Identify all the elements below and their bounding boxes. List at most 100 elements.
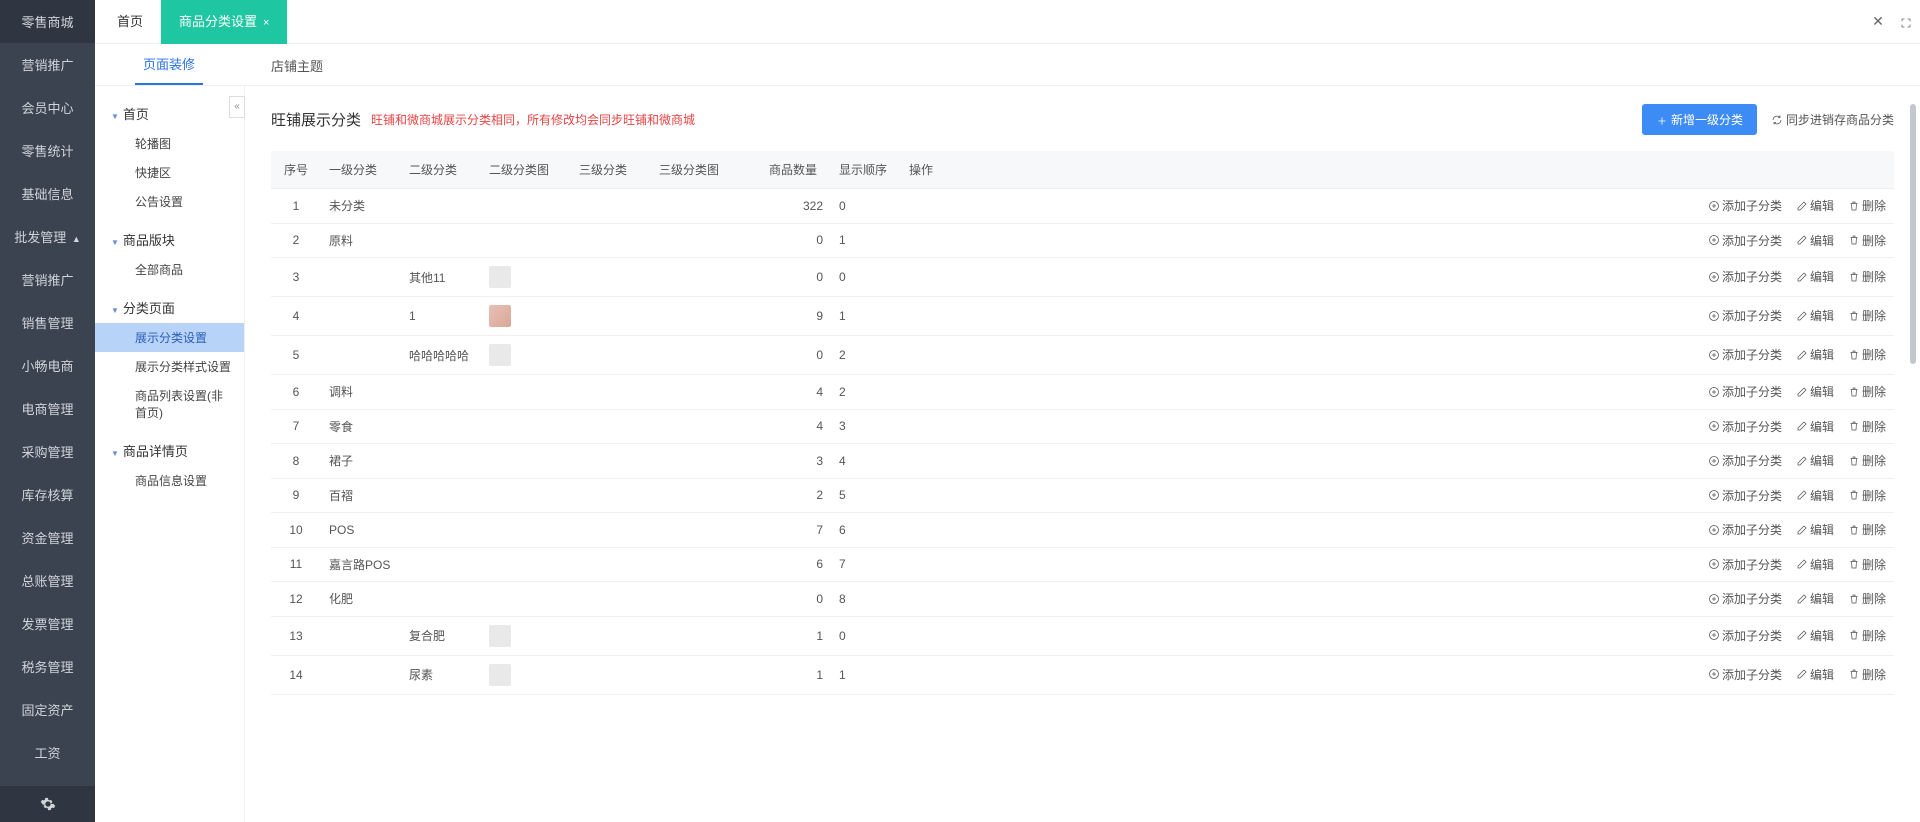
trash-icon (1848, 455, 1860, 467)
collapse-navtree-button[interactable]: « (229, 96, 245, 118)
edit-button[interactable]: 编辑 (1796, 666, 1834, 683)
navtree-child[interactable]: 全部商品 (95, 255, 244, 284)
th-c3: 三级分类 (571, 151, 651, 189)
main-sidebar-item[interactable]: 销售管理 (0, 301, 95, 344)
navtree-child[interactable]: 展示分类设置 (95, 323, 244, 352)
sync-inventory-button[interactable]: 同步进销存商品分类 (1771, 111, 1894, 128)
add-child-category-button[interactable]: 添加子分类 (1708, 666, 1782, 683)
navtree-parent[interactable]: ▼商品版块 (95, 224, 244, 255)
navtree-child[interactable]: 商品信息设置 (95, 466, 244, 495)
cell-seq: 3 (271, 258, 321, 297)
delete-button[interactable]: 删除 (1848, 590, 1886, 607)
cell-c3 (571, 655, 651, 694)
add-child-category-button[interactable]: 添加子分类 (1708, 521, 1782, 538)
delete-button[interactable]: 删除 (1848, 268, 1886, 285)
tab-close-icon[interactable]: × (263, 17, 269, 29)
cell-c1: 百褶 (321, 478, 401, 513)
navtree-child[interactable]: 商品列表设置(非首页) (95, 381, 244, 427)
add-child-category-button[interactable]: 添加子分类 (1708, 452, 1782, 469)
main-sidebar-item[interactable]: 批发管理 ▲ (0, 215, 95, 258)
main-sidebar-item[interactable]: 零售统计 (0, 129, 95, 172)
navtree-child[interactable]: 轮播图 (95, 129, 244, 158)
delete-button[interactable]: 删除 (1848, 346, 1886, 363)
edit-button[interactable]: 编辑 (1796, 627, 1834, 644)
scrollbar[interactable] (1910, 104, 1916, 364)
navtree-child[interactable]: 公告设置 (95, 187, 244, 216)
settings-button[interactable] (0, 786, 95, 822)
edit-button[interactable]: 编辑 (1796, 346, 1834, 363)
main-sidebar-item[interactable]: 税务管理 (0, 645, 95, 688)
fullscreen-button[interactable] (1892, 14, 1920, 30)
navtree-child[interactable]: 展示分类样式设置 (95, 352, 244, 381)
delete-button[interactable]: 删除 (1848, 197, 1886, 214)
table-row: 10POS76添加子分类编辑删除 (271, 513, 1894, 548)
delete-button[interactable]: 删除 (1848, 452, 1886, 469)
add-child-category-button[interactable]: 添加子分类 (1708, 590, 1782, 607)
main-sidebar-item[interactable]: 资金管理 (0, 516, 95, 559)
sync-button-label: 同步进销存商品分类 (1786, 111, 1894, 128)
cell-ops: 添加子分类编辑删除 (901, 655, 1894, 694)
edit-button[interactable]: 编辑 (1796, 556, 1834, 573)
subtab[interactable]: 页面装修 (135, 54, 203, 85)
edit-button[interactable]: 编辑 (1796, 307, 1834, 324)
main-sidebar-item[interactable]: 固定资产 (0, 688, 95, 731)
add-child-category-button[interactable]: 添加子分类 (1708, 346, 1782, 363)
add-child-category-button[interactable]: 添加子分类 (1708, 418, 1782, 435)
main-sidebar-item[interactable]: 营销推广 (0, 258, 95, 301)
main-sidebar-item[interactable]: 会员中心 (0, 86, 95, 129)
main-sidebar-item[interactable]: 库存核算 (0, 473, 95, 516)
th-c1: 一级分类 (321, 151, 401, 189)
delete-button[interactable]: 删除 (1848, 627, 1886, 644)
delete-button[interactable]: 删除 (1848, 418, 1886, 435)
delete-button[interactable]: 删除 (1848, 232, 1886, 249)
main-sidebar-item[interactable]: 小畅电商 (0, 344, 95, 387)
edit-button[interactable]: 编辑 (1796, 418, 1834, 435)
cell-order: 0 (831, 189, 901, 224)
delete-button[interactable]: 删除 (1848, 521, 1886, 538)
edit-button[interactable]: 编辑 (1796, 197, 1834, 214)
trash-icon (1848, 349, 1860, 361)
navtree-child[interactable]: 快捷区 (95, 158, 244, 187)
add-child-category-button[interactable]: 添加子分类 (1708, 487, 1782, 504)
main-sidebar-item[interactable]: 发票管理 (0, 602, 95, 645)
delete-button[interactable]: 删除 (1848, 666, 1886, 683)
delete-button[interactable]: 删除 (1848, 307, 1886, 324)
edit-button[interactable]: 编辑 (1796, 521, 1834, 538)
navtree-parent[interactable]: ▼分类页面 (95, 292, 244, 323)
add-child-category-button[interactable]: 添加子分类 (1708, 627, 1782, 644)
cell-c1: 零食 (321, 409, 401, 444)
main-sidebar-item[interactable]: 采购管理 (0, 430, 95, 473)
add-child-category-button[interactable]: 添加子分类 (1708, 383, 1782, 400)
triangle-down-icon: ▼ (111, 238, 119, 247)
edit-button[interactable]: 编辑 (1796, 232, 1834, 249)
cell-c3 (571, 513, 651, 548)
delete-button[interactable]: 删除 (1848, 383, 1886, 400)
navtree-parent[interactable]: ▼商品详情页 (95, 435, 244, 466)
main-sidebar-item[interactable]: 工资 (0, 731, 95, 774)
add-child-category-button[interactable]: 添加子分类 (1708, 232, 1782, 249)
add-child-category-button[interactable]: 添加子分类 (1708, 268, 1782, 285)
add-child-category-button[interactable]: 添加子分类 (1708, 556, 1782, 573)
tab[interactable]: 首页 (99, 0, 161, 44)
main-sidebar-item[interactable]: 营销推广 (0, 43, 95, 86)
main-sidebar-item[interactable]: 总账管理 (0, 559, 95, 602)
delete-button[interactable]: 删除 (1848, 487, 1886, 504)
edit-button[interactable]: 编辑 (1796, 590, 1834, 607)
add-child-category-button[interactable]: 添加子分类 (1708, 197, 1782, 214)
edit-button[interactable]: 编辑 (1796, 452, 1834, 469)
subtab[interactable]: 店铺主题 (263, 56, 331, 85)
tab[interactable]: 商品分类设置× (161, 0, 287, 44)
add-child-category-button[interactable]: 添加子分类 (1708, 307, 1782, 324)
edit-button[interactable]: 编辑 (1796, 268, 1834, 285)
main-sidebar-item[interactable]: 零售商城 (0, 0, 95, 43)
cell-qty: 0 (761, 223, 831, 258)
close-all-tabs-button[interactable]: ✕ (1864, 13, 1892, 30)
thumb-icon (489, 344, 511, 366)
add-top-category-button[interactable]: 新增一级分类 (1642, 104, 1757, 135)
edit-button[interactable]: 编辑 (1796, 383, 1834, 400)
main-sidebar-item[interactable]: 基础信息 (0, 172, 95, 215)
navtree-parent[interactable]: ▼首页 (95, 98, 244, 129)
main-sidebar-item[interactable]: 电商管理 (0, 387, 95, 430)
edit-button[interactable]: 编辑 (1796, 487, 1834, 504)
delete-button[interactable]: 删除 (1848, 556, 1886, 573)
